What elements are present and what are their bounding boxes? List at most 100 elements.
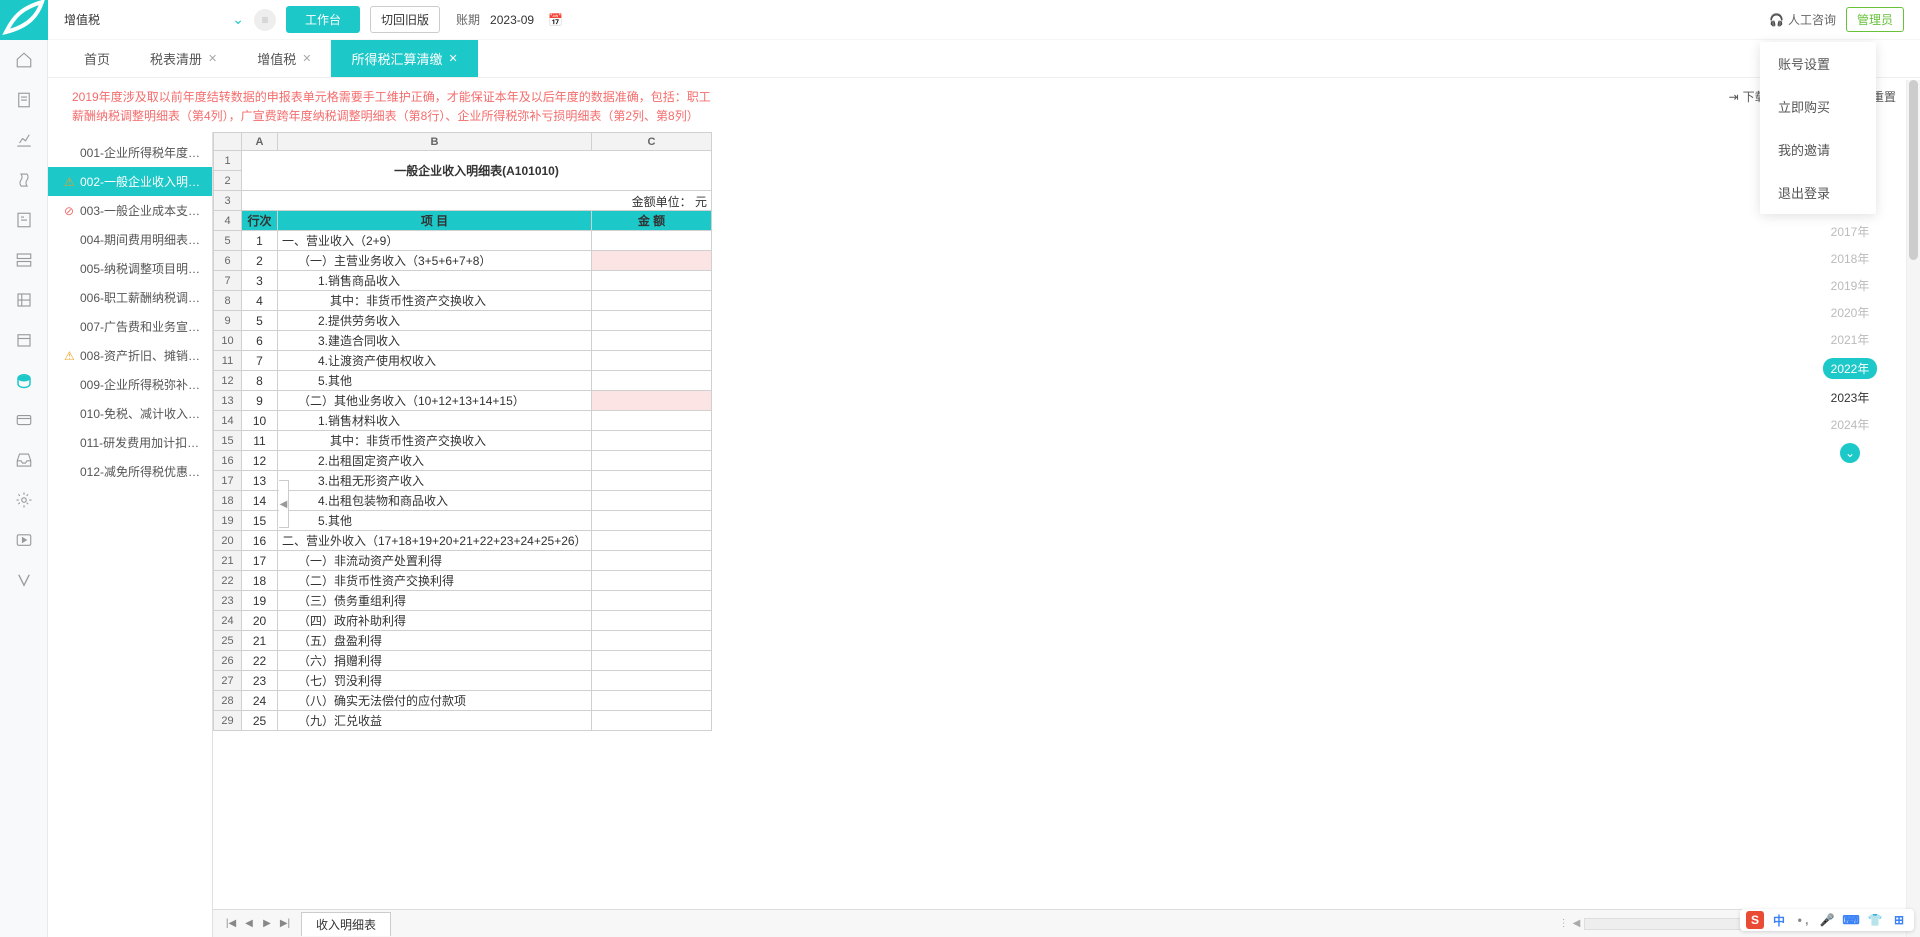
amount-cell[interactable] xyxy=(592,551,712,571)
sheet-tab[interactable]: 收入明细表 xyxy=(301,912,391,936)
form-item[interactable]: 010-免税、减计收入及加计… xyxy=(48,399,212,428)
form-item[interactable]: ⊘003-一般企业成本支出明细… xyxy=(48,196,212,225)
tab-首页[interactable]: 首页 xyxy=(64,40,130,77)
amount-cell[interactable] xyxy=(592,511,712,531)
close-icon[interactable]: ✕ xyxy=(208,52,217,65)
unread-icon[interactable]: ≡ xyxy=(254,9,276,31)
amount-cell[interactable] xyxy=(592,491,712,511)
amount-cell[interactable] xyxy=(592,291,712,311)
calendar-icon[interactable]: 📅 xyxy=(548,13,563,27)
cell: 7 xyxy=(214,271,242,291)
amount-cell[interactable] xyxy=(592,451,712,471)
page-vscroll[interactable] xyxy=(1906,80,1920,937)
nav-inbox-icon[interactable] xyxy=(0,440,48,480)
amount-cell[interactable] xyxy=(592,711,712,731)
nav-calendar-icon[interactable] xyxy=(0,320,48,360)
amount-cell[interactable] xyxy=(592,631,712,651)
menu-item[interactable]: 立即购买 xyxy=(1760,85,1876,128)
year-item[interactable]: 2019年 xyxy=(1831,277,1870,294)
amount-cell[interactable] xyxy=(592,391,712,411)
hscroll-left[interactable]: ◀ xyxy=(1573,918,1581,929)
amount-cell[interactable] xyxy=(592,671,712,691)
period-value[interactable]: 2023-09 xyxy=(490,13,534,27)
amount-cell[interactable] xyxy=(592,471,712,491)
ime-skin-icon[interactable]: 👕 xyxy=(1866,911,1884,929)
amount-cell[interactable] xyxy=(592,231,712,251)
nav-home-icon[interactable] xyxy=(0,40,48,80)
ime-punct-icon[interactable]: • , xyxy=(1794,911,1812,929)
amount-cell[interactable] xyxy=(592,371,712,391)
form-item[interactable]: 001-企业所得税年度纳税申… xyxy=(48,138,212,167)
form-item[interactable]: ⚠002-一般企业收入明细表(A1… xyxy=(48,167,212,196)
year-item[interactable]: 2022年 xyxy=(1823,358,1878,379)
amount-cell[interactable] xyxy=(592,611,712,631)
year-item[interactable]: 2018年 xyxy=(1831,250,1870,267)
form-item[interactable]: ⚠008-资产折旧、摊销及纳税… xyxy=(48,341,212,370)
nav-template-icon[interactable] xyxy=(0,280,48,320)
amount-cell[interactable] xyxy=(592,531,712,551)
ime-keyboard-icon[interactable]: ⌨ xyxy=(1842,911,1860,929)
nav-tax-icon[interactable] xyxy=(0,360,48,400)
sheet-nav-next[interactable]: ▶ xyxy=(259,918,275,929)
form-item[interactable]: 011-研发费用加计扣除优惠… xyxy=(48,428,212,457)
nav-chart-icon[interactable] xyxy=(0,120,48,160)
form-item[interactable]: 012-减免所得税优惠明细表(… xyxy=(48,457,212,486)
amount-cell[interactable] xyxy=(592,591,712,611)
amount-cell[interactable] xyxy=(592,431,712,451)
scroll-thumb[interactable] xyxy=(1909,80,1918,260)
year-item[interactable]: 2024年 xyxy=(1831,416,1870,433)
menu-item[interactable]: 账号设置 xyxy=(1760,42,1876,85)
ime-brand-icon[interactable]: S xyxy=(1746,911,1764,929)
nav-settings-icon[interactable] xyxy=(0,480,48,520)
sheet-nav-last[interactable]: ▶| xyxy=(277,918,293,929)
amount-cell[interactable] xyxy=(592,251,712,271)
sheet-nav-first[interactable]: |◀ xyxy=(223,918,239,929)
lineno-cell: 8 xyxy=(242,371,278,391)
admin-button[interactable]: 管理员 xyxy=(1846,7,1904,32)
nav-v-icon[interactable] xyxy=(0,560,48,600)
sheet-scroll[interactable]: ABC1一般企业收入明细表(A101010)23金额单位： 元4行次项 目金 额… xyxy=(213,132,1906,909)
year-more-icon[interactable]: ⌄ xyxy=(1840,443,1860,463)
close-icon[interactable]: ✕ xyxy=(302,52,311,65)
form-item[interactable]: 009-企业所得税弥补亏损明… xyxy=(48,370,212,399)
item-cell: （七）罚没利得 xyxy=(278,671,592,691)
ime-mic-icon[interactable]: 🎤 xyxy=(1818,911,1836,929)
form-item[interactable]: 004-期间费用明细表(A1040… xyxy=(48,225,212,254)
nav-video-icon[interactable] xyxy=(0,520,48,560)
close-icon[interactable]: ✕ xyxy=(449,52,458,65)
year-item[interactable]: 2023年 xyxy=(1831,389,1870,406)
year-item[interactable]: 2021年 xyxy=(1831,331,1870,348)
nav-money-icon[interactable] xyxy=(0,160,48,200)
workspace-button[interactable]: 工作台 xyxy=(286,6,360,33)
sheet-nav-prev[interactable]: ◀ xyxy=(241,918,257,929)
nav-card-icon[interactable] xyxy=(0,400,48,440)
amount-cell[interactable] xyxy=(592,331,712,351)
menu-item[interactable]: 退出登录 xyxy=(1760,171,1876,214)
form-item[interactable]: 005-纳税调整项目明细表(A1… xyxy=(48,254,212,283)
nav-report-icon[interactable] xyxy=(0,200,48,240)
form-item[interactable]: 006-职工薪酬纳税调整明细… xyxy=(48,283,212,312)
amount-cell[interactable] xyxy=(592,351,712,371)
year-item[interactable]: 2017年 xyxy=(1831,223,1870,240)
tab-税表清册[interactable]: 税表清册✕ xyxy=(130,40,237,77)
collapse-handle[interactable]: ◀ xyxy=(279,480,289,528)
amount-cell[interactable] xyxy=(592,271,712,291)
ime-lang[interactable]: 中 xyxy=(1770,911,1788,929)
nav-layers-icon[interactable] xyxy=(0,240,48,280)
menu-item[interactable]: 我的邀请 xyxy=(1760,128,1876,171)
app-logo[interactable] xyxy=(0,0,48,40)
amount-cell[interactable] xyxy=(592,651,712,671)
amount-cell[interactable] xyxy=(592,691,712,711)
year-item[interactable]: 2020年 xyxy=(1831,304,1870,321)
switch-old-button[interactable]: 切回旧版 xyxy=(370,6,440,33)
ime-grid-icon[interactable]: ⊞ xyxy=(1890,911,1908,929)
tab-所得税汇算清缴[interactable]: 所得税汇算清缴✕ xyxy=(331,40,477,77)
company-dropdown[interactable]: 增值税 ⌄ xyxy=(64,11,244,28)
form-item[interactable]: 007-广告费和业务宣传费跨… xyxy=(48,312,212,341)
amount-cell[interactable] xyxy=(592,571,712,591)
amount-cell[interactable] xyxy=(592,411,712,431)
amount-cell[interactable] xyxy=(592,311,712,331)
nav-doc-icon[interactable] xyxy=(0,80,48,120)
support-button[interactable]: 🎧 人工咨询 xyxy=(1769,11,1836,28)
tab-增值税[interactable]: 增值税✕ xyxy=(237,40,331,77)
